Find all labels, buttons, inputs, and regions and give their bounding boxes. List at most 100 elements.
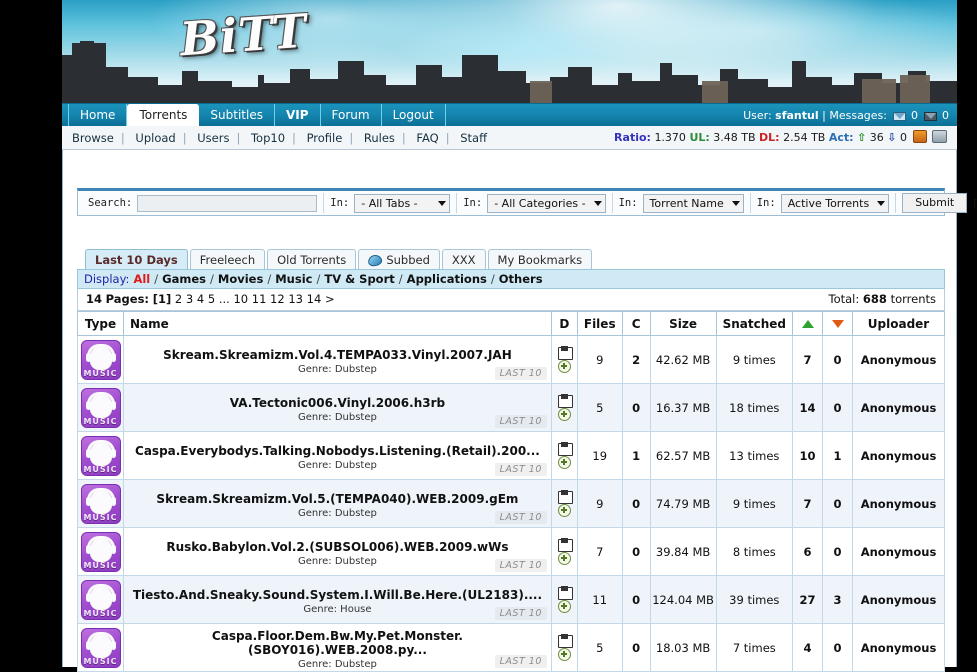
row-comments-cell[interactable]: 0 — [621, 479, 651, 528]
row-download-cell[interactable] — [550, 383, 578, 432]
display-filter-tv-sport[interactable]: TV & Sport — [324, 272, 394, 286]
page-link-11[interactable]: 11 — [252, 292, 267, 306]
page-link-2[interactable]: 2 — [175, 292, 182, 306]
display-filter-music[interactable]: Music — [275, 272, 312, 286]
row-category-cell[interactable]: MUSIC — [77, 335, 124, 384]
row-download-cell[interactable] — [550, 335, 578, 384]
row-name-cell[interactable]: Tiesto.And.Sneaky.Sound.System.I.Will.Be… — [123, 575, 552, 624]
row-comments-cell[interactable]: 0 — [621, 623, 651, 672]
table-row[interactable]: MUSIC Skream.Skreamizm.Vol.4.TEMPA033.Vin… — [77, 335, 945, 384]
add-bookmark-icon[interactable] — [557, 648, 571, 661]
subnav-item-staff[interactable]: Staff — [460, 131, 487, 145]
envelope-read-icon[interactable] — [923, 111, 937, 121]
add-bookmark-icon[interactable] — [557, 360, 571, 373]
subnav-item-upload[interactable]: Upload — [135, 131, 175, 145]
nav-tab-subtitles[interactable]: Subtitles — [199, 104, 275, 127]
column-header-type[interactable]: Type — [77, 311, 124, 336]
row-name-cell[interactable]: Caspa.Everybodys.Talking.Nobodys.Listeni… — [123, 431, 552, 480]
download-torrent-icon[interactable] — [557, 586, 573, 600]
torrent-name-link[interactable]: Rusko.Babylon.Vol.2.(SUBSOL006).WEB.2009… — [130, 540, 545, 554]
row-category-cell[interactable]: MUSIC — [77, 527, 124, 576]
column-header-seeders[interactable] — [792, 311, 823, 336]
table-row[interactable]: MUSIC Caspa.Everybodys.Talking.Nobodys.Li… — [77, 431, 945, 480]
search-tabs-select[interactable]: - All Tabs - — [354, 193, 451, 213]
torrent-name-link[interactable]: Caspa.Everybodys.Talking.Nobodys.Listeni… — [130, 444, 545, 458]
nav-tab-torrents[interactable]: Torrents — [127, 104, 200, 127]
column-header-uploader[interactable]: Uploader — [852, 311, 945, 336]
nav-tab-logout[interactable]: Logout — [382, 104, 446, 127]
row-name-cell[interactable]: Rusko.Babylon.Vol.2.(SUBSOL006).WEB.2009… — [123, 527, 552, 576]
download-torrent-icon[interactable] — [557, 346, 573, 360]
download-torrent-icon[interactable] — [557, 442, 573, 456]
column-header-size[interactable]: Size — [649, 311, 717, 336]
site-logo[interactable]: BiTT — [178, 4, 309, 67]
tab-freeleech[interactable]: Freeleech — [189, 249, 266, 270]
row-name-cell[interactable]: Skream.Skreamizm.Vol.4.TEMPA033.Vinyl.20… — [123, 335, 552, 384]
nav-tab-home[interactable]: Home — [68, 104, 128, 127]
search-input[interactable] — [137, 194, 318, 212]
search-toggle-button[interactable]: [+/-] — [967, 197, 977, 210]
row-name-cell[interactable]: VA.Tectonic006.Vinyl.2006.h3rb Genre: Dub… — [123, 383, 552, 432]
row-comments-cell[interactable]: 2 — [621, 335, 651, 384]
column-header-leechers[interactable] — [822, 311, 853, 336]
row-download-cell[interactable] — [550, 623, 578, 672]
torrent-name-link[interactable]: VA.Tectonic006.Vinyl.2006.h3rb — [130, 396, 545, 410]
add-bookmark-icon[interactable] — [557, 504, 571, 517]
subnav-item-top10[interactable]: Top10 — [251, 131, 285, 145]
download-torrent-icon[interactable] — [557, 394, 573, 408]
subnav-item-browse[interactable]: Browse — [72, 131, 114, 145]
search-categories-select[interactable]: - All Categories - — [487, 193, 606, 213]
user-name[interactable]: sfantul — [775, 109, 818, 122]
row-category-cell[interactable]: MUSIC — [77, 431, 124, 480]
row-download-cell[interactable] — [550, 479, 578, 528]
display-filter-movies[interactable]: Movies — [218, 272, 263, 286]
torrent-name-link[interactable]: Tiesto.And.Sneaky.Sound.System.I.Will.Be… — [130, 588, 545, 602]
torrent-name-link[interactable]: Skream.Skreamizm.Vol.5.(TEMPA040).WEB.20… — [130, 492, 545, 506]
table-row[interactable]: MUSIC Rusko.Babylon.Vol.2.(SUBSOL006).WEB… — [77, 527, 945, 576]
column-header-c[interactable]: C — [621, 311, 651, 336]
display-filter-all[interactable]: All — [133, 272, 150, 286]
table-row[interactable]: MUSIC Tiesto.And.Sneaky.Sound.System.I.Wi… — [77, 575, 945, 624]
page-link-12[interactable]: 12 — [270, 292, 285, 306]
column-header-name[interactable]: Name — [123, 311, 552, 336]
add-bookmark-icon[interactable] — [557, 456, 571, 469]
tab-subbed[interactable]: Subbed — [358, 249, 440, 270]
display-filter-applications[interactable]: Applications — [407, 272, 487, 286]
tab-old-torrents[interactable]: Old Torrents — [267, 249, 357, 270]
page-link-10[interactable]: 10 — [233, 292, 248, 306]
nav-tab-vip[interactable]: VIP — [275, 104, 321, 127]
add-bookmark-icon[interactable] — [557, 408, 571, 421]
row-name-cell[interactable]: Skream.Skreamizm.Vol.5.(TEMPA040).WEB.20… — [123, 479, 552, 528]
torrent-name-link[interactable]: Skream.Skreamizm.Vol.4.TEMPA033.Vinyl.20… — [130, 348, 545, 362]
column-header-snatched[interactable]: Snatched — [715, 311, 794, 336]
tab-last-10-days[interactable]: Last 10 Days — [85, 249, 188, 270]
row-comments-cell[interactable]: 1 — [621, 431, 651, 480]
page-link-13[interactable]: 13 — [288, 292, 303, 306]
page-link-14[interactable]: 14 — [307, 292, 322, 306]
envelope-unread-icon[interactable] — [892, 111, 906, 121]
subnav-item-profile[interactable]: Profile — [307, 131, 343, 145]
download-torrent-icon[interactable] — [557, 490, 573, 504]
row-category-cell[interactable]: MUSIC — [77, 575, 124, 624]
subnav-item-faq[interactable]: FAQ — [416, 131, 438, 145]
page-link-3[interactable]: 3 — [186, 292, 193, 306]
nav-tab-forum[interactable]: Forum — [321, 104, 382, 127]
row-download-cell[interactable] — [550, 575, 578, 624]
column-header-files[interactable]: Files — [576, 311, 623, 336]
torrent-name-link[interactable]: Caspa.Floor.Dem.Bw.My.Pet.Monster.(SBOY0… — [130, 629, 545, 657]
add-bookmark-icon[interactable] — [557, 552, 571, 565]
download-torrent-icon[interactable] — [557, 634, 573, 648]
row-download-cell[interactable] — [550, 527, 578, 576]
row-name-cell[interactable]: Caspa.Floor.Dem.Bw.My.Pet.Monster.(SBOY0… — [123, 623, 552, 672]
tab-xxx[interactable]: XXX — [441, 249, 486, 270]
table-row[interactable]: MUSIC Skream.Skreamizm.Vol.5.(TEMPA040).W… — [77, 479, 945, 528]
search-submit-button[interactable]: Submit — [902, 193, 968, 213]
row-comments-cell[interactable]: 0 — [621, 383, 651, 432]
page-link-4[interactable]: 4 — [197, 292, 204, 306]
page-link-next[interactable]: > — [325, 292, 335, 306]
download-torrent-icon[interactable] — [557, 538, 573, 552]
row-category-cell[interactable]: MUSIC — [77, 383, 124, 432]
table-row[interactable]: MUSIC VA.Tectonic006.Vinyl.2006.h3rb Genre… — [77, 383, 945, 432]
search-status-select[interactable]: Active Torrents — [780, 193, 890, 213]
subnav-item-rules[interactable]: Rules — [364, 131, 395, 145]
